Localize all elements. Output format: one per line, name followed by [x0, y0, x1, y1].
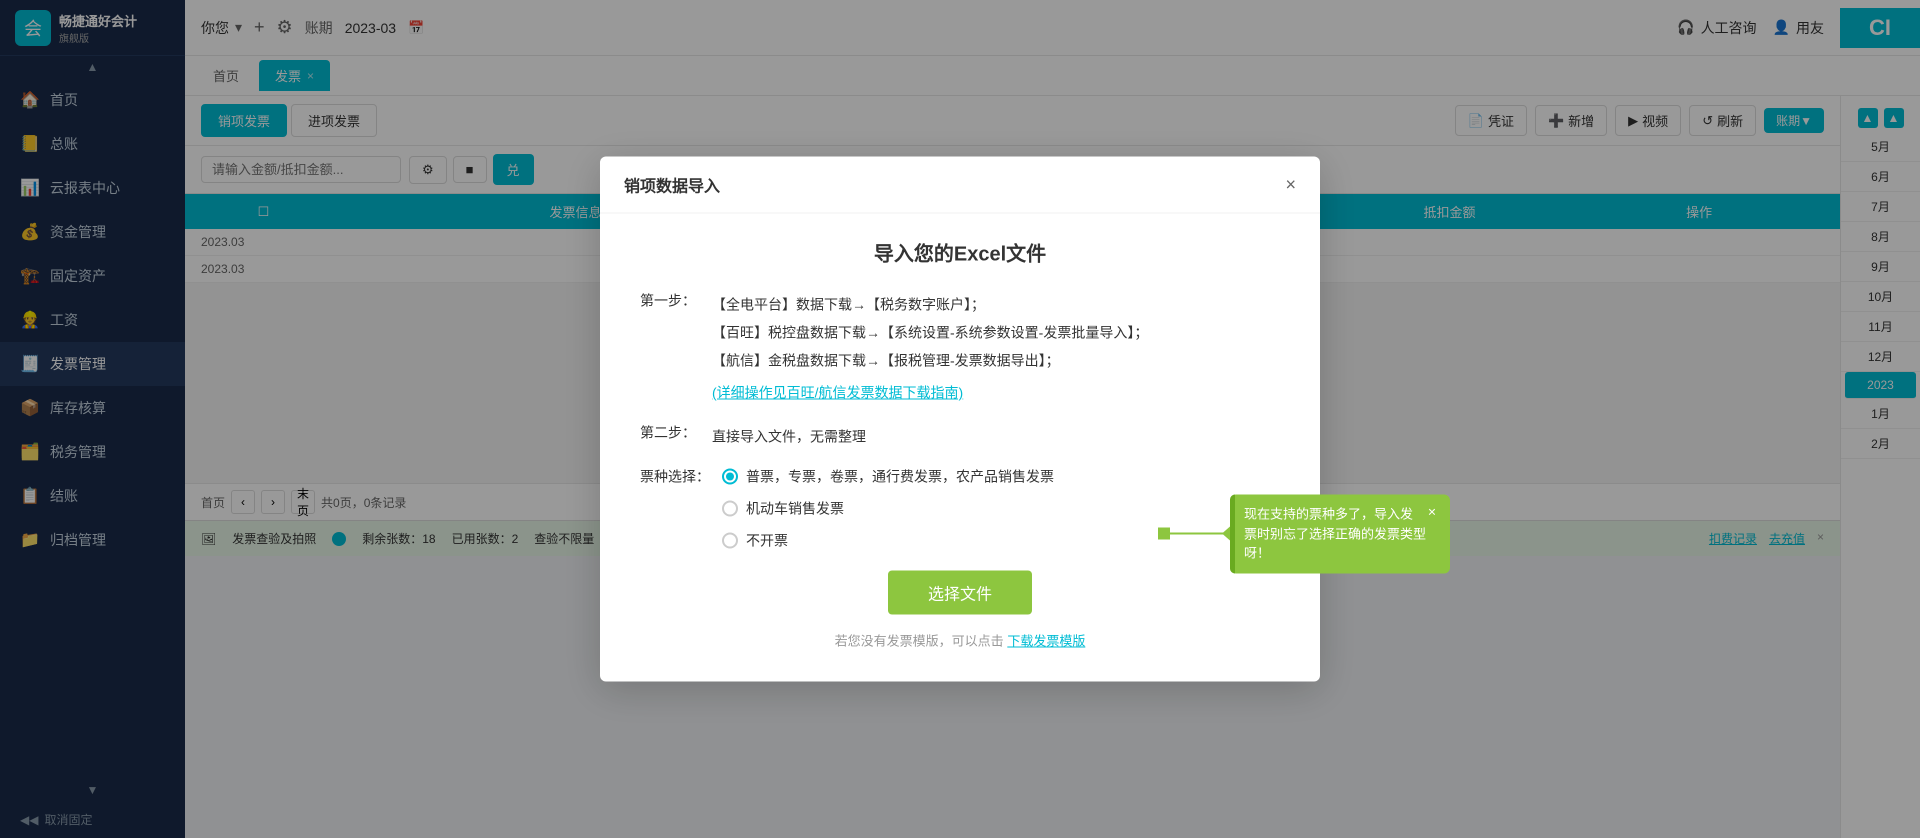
step1-content: 【全电平台】数据下载→【税务数字账户】； 【百旺】税控盘数据下载→【系统设置-系…	[712, 291, 1148, 407]
download-template-link[interactable]: 下载发票模版	[1007, 634, 1085, 649]
tooltip-connector: × 现在支持的票种多了，导入发票时别忘了选择正确的发票类型呀！	[1158, 495, 1450, 574]
tooltip-dot	[1158, 528, 1170, 540]
radio-label-2: 机动车销售发票	[746, 499, 844, 519]
step1-link-row: (详细操作见百旺/航信发票数据下载指南)	[712, 379, 1148, 407]
radio-item-1[interactable]: 普票，专票，卷票，通行费发票，农产品销售发票	[722, 467, 1054, 487]
step1-line-2: 【百旺】税控盘数据下载→【系统设置-系统参数设置-发票批量导入】；	[712, 319, 1148, 347]
modal-title: 销项数据导入	[624, 173, 720, 197]
tooltip-arrow	[1222, 527, 1230, 541]
tooltip-text: 现在支持的票种多了，导入发票时别忘了选择正确的发票类型呀！	[1244, 507, 1426, 561]
step2-label: 第二步：	[640, 423, 700, 451]
modal-header: 销项数据导入 ×	[600, 157, 1320, 214]
modal-main-title: 导入您的Excel文件	[640, 238, 1280, 267]
radio-item-3[interactable]: 不开票	[722, 531, 1054, 551]
ticket-selection-row: 票种选择： 普票，专票，卷票，通行费发票，农产品销售发票 机动车销售发票 不开票	[640, 467, 1280, 551]
import-modal: 销项数据导入 × 导入您的Excel文件 第一步： 【全电平台】数据下载→【税务…	[600, 157, 1320, 682]
step2-content: 直接导入文件，无需整理	[712, 423, 866, 451]
step1-line-1: 【全电平台】数据下载→【税务数字账户】；	[712, 291, 1148, 319]
modal-body: 导入您的Excel文件 第一步： 【全电平台】数据下载→【税务数字账户】； 【百…	[600, 214, 1320, 682]
radio-circle-1	[722, 469, 738, 485]
step2-row: 第二步： 直接导入文件，无需整理	[640, 423, 1280, 451]
step1-line-3: 【航信】金税盘数据下载→【报税管理-发票数据导出】；	[712, 347, 1148, 375]
radio-circle-2	[722, 501, 738, 517]
radio-label-1: 普票，专票，卷票，通行费发票，农产品销售发票	[746, 467, 1054, 487]
step1-guide-link[interactable]: (详细操作见百旺/航信发票数据下载指南)	[712, 385, 963, 401]
tooltip-bubble: × 现在支持的票种多了，导入发票时别忘了选择正确的发票类型呀！	[1230, 495, 1450, 574]
modal-close-btn[interactable]: ×	[1285, 174, 1296, 195]
radio-label-3: 不开票	[746, 531, 788, 551]
tooltip-close-btn[interactable]: ×	[1428, 505, 1436, 519]
modal-footer-note: 若您没有发票模版，可以点击 下载发票模版	[640, 631, 1280, 650]
radio-circle-3	[722, 533, 738, 549]
radio-group: 普票，专票，卷票，通行费发票，农产品销售发票 机动车销售发票 不开票	[722, 467, 1054, 551]
step1-row: 第一步： 【全电平台】数据下载→【税务数字账户】； 【百旺】税控盘数据下载→【系…	[640, 291, 1280, 407]
ticket-label: 票种选择：	[640, 467, 710, 487]
tooltip-bar	[1230, 495, 1235, 574]
radio-item-2[interactable]: 机动车销售发票	[722, 499, 1054, 519]
step1-label: 第一步：	[640, 291, 700, 407]
tooltip-line	[1170, 533, 1230, 535]
select-file-btn[interactable]: 选择文件	[888, 571, 1032, 615]
